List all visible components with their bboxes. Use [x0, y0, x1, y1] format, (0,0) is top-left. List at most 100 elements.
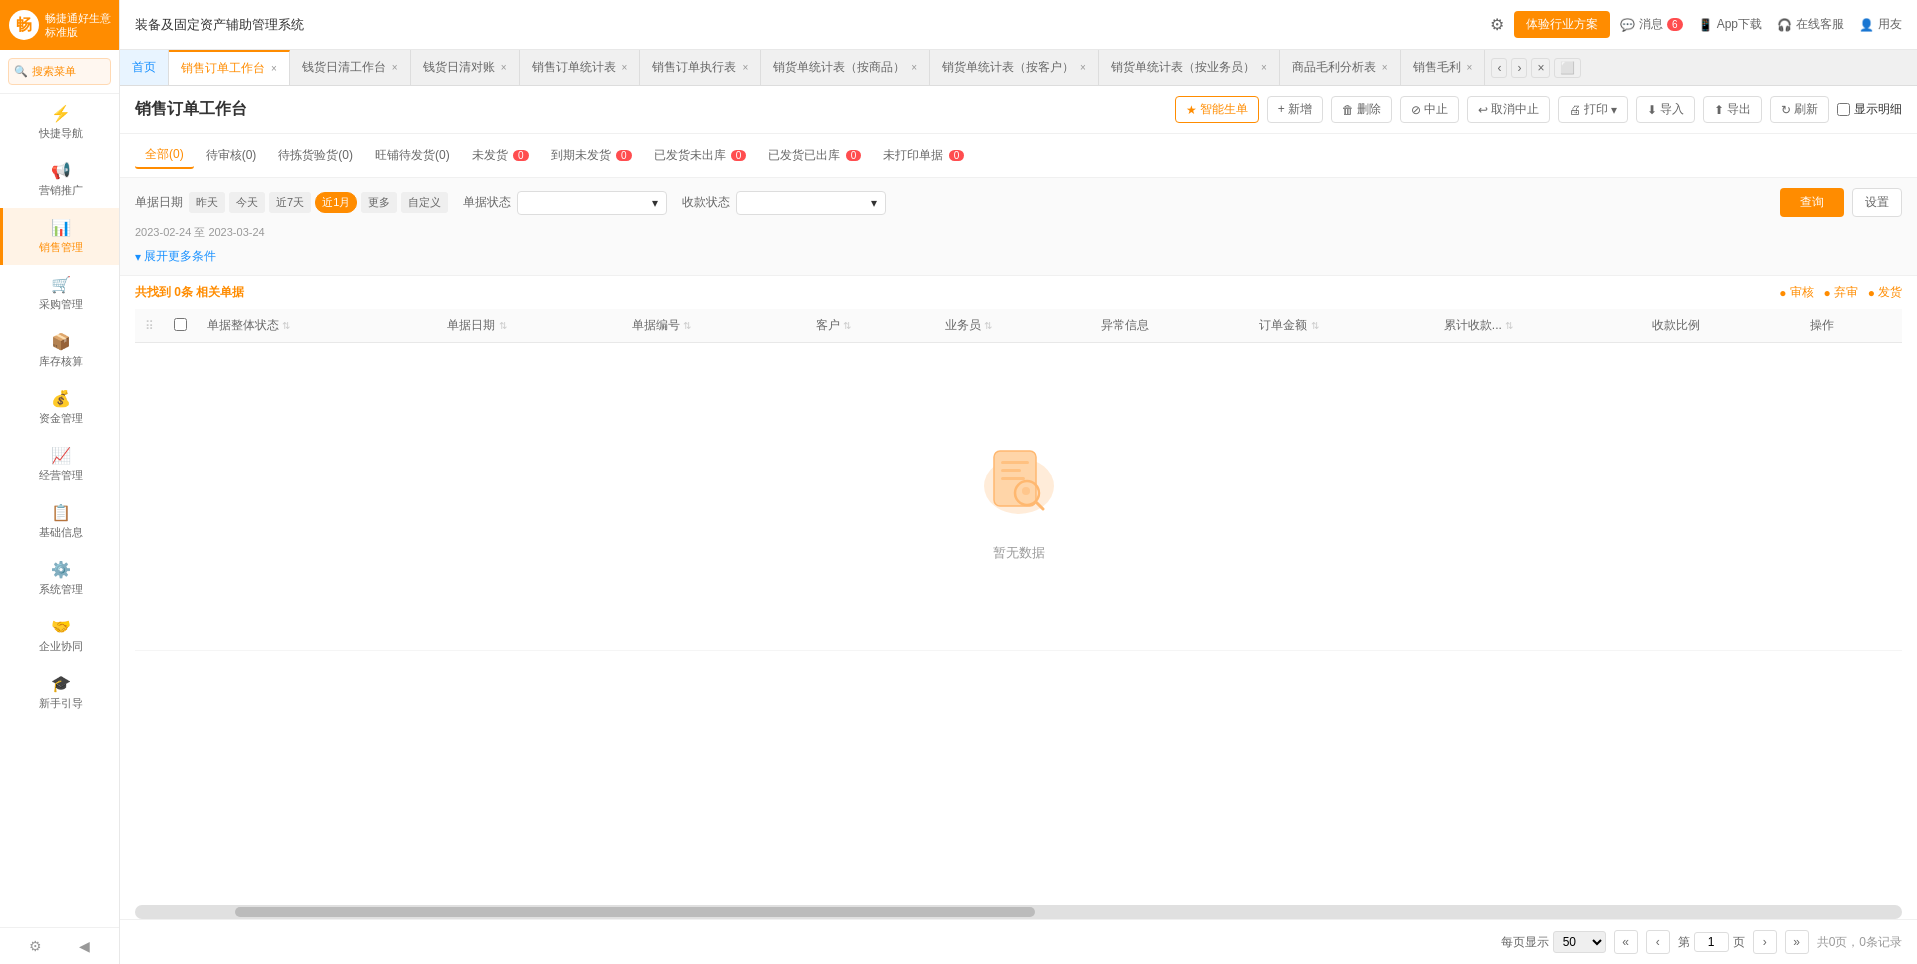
sidebar-item-operation[interactable]: 📈 经营管理: [0, 436, 119, 493]
th-checkbox[interactable]: [164, 309, 197, 343]
delete-button[interactable]: 🗑 删除: [1331, 96, 1392, 123]
tab-close-icon[interactable]: ×: [1261, 62, 1267, 73]
tab-close-icon[interactable]: ×: [1467, 62, 1473, 73]
sidebar-item-purchase[interactable]: 🛒 采购管理: [0, 265, 119, 322]
sub-tab-pending-review[interactable]: 待审核(0): [196, 143, 267, 168]
graduation-icon: 🎓: [51, 674, 71, 693]
query-button[interactable]: 查询: [1780, 188, 1844, 217]
sidebar-item-cooperation[interactable]: 🤝 企业协同: [0, 607, 119, 664]
tab-sales-stat[interactable]: 销售订单统计表 ×: [520, 50, 641, 86]
sub-tab-shipped-not-out[interactable]: 已发货未出库 0: [644, 143, 757, 168]
th-customer[interactable]: 客户 ⇅: [806, 309, 935, 343]
tab-sales-stat-customer[interactable]: 销货单统计表（按客户） ×: [930, 50, 1099, 86]
tabs-close-all-button[interactable]: ×: [1531, 58, 1550, 78]
sidebar-item-marketing[interactable]: 📢 营销推广: [0, 151, 119, 208]
sub-tab-shipped-out[interactable]: 已发货已出库 0: [758, 143, 871, 168]
tab-close-icon[interactable]: ×: [1080, 62, 1086, 73]
sub-tab-wangpu-pending[interactable]: 旺铺待发货(0): [365, 143, 460, 168]
app-download-action[interactable]: 📱 App下载: [1698, 16, 1762, 33]
date-today-btn[interactable]: 今天: [229, 192, 265, 213]
th-collected[interactable]: 累计收款... ⇅: [1434, 309, 1642, 343]
tabs-next-button[interactable]: ›: [1511, 58, 1527, 78]
sidebar-item-guide[interactable]: 🎓 新手引导: [0, 664, 119, 721]
date-1month-btn[interactable]: 近1月: [315, 192, 357, 213]
settings-bottom-icon[interactable]: ⚙: [29, 938, 42, 954]
th-number[interactable]: 单据编号 ⇅: [622, 309, 806, 343]
collapse-icon[interactable]: ◀: [79, 938, 90, 954]
sidebar-item-finance[interactable]: 💰 资金管理: [0, 379, 119, 436]
scrollbar-thumb[interactable]: [235, 907, 1035, 917]
tab-close-icon[interactable]: ×: [911, 62, 917, 73]
megaphone-icon: 📢: [51, 161, 71, 180]
first-page-button[interactable]: «: [1614, 930, 1638, 954]
sub-tab-all[interactable]: 全部(0): [135, 142, 194, 169]
sub-tab-overdue-not-shipped[interactable]: 到期未发货 0: [541, 143, 642, 168]
date-more-btn[interactable]: 更多: [361, 192, 397, 213]
tab-close-icon[interactable]: ×: [392, 62, 398, 73]
header-settings-icon[interactable]: ⚙: [1490, 15, 1504, 34]
th-date[interactable]: 单据日期 ⇅: [437, 309, 621, 343]
abandon-review-button[interactable]: ● 弃审: [1824, 284, 1858, 301]
tab-sales-stat-staff[interactable]: 销货单统计表（按业务员） ×: [1099, 50, 1280, 86]
set-button[interactable]: 设置: [1852, 188, 1902, 217]
refresh-button[interactable]: ↻ 刷新: [1770, 96, 1829, 123]
th-amount[interactable]: 订单金额 ⇅: [1249, 309, 1433, 343]
sub-tab-not-printed[interactable]: 未打印单据 0: [873, 143, 974, 168]
prev-page-button[interactable]: ‹: [1646, 930, 1670, 954]
sort-icon: ⇅: [499, 320, 507, 331]
status-select[interactable]: ▾: [517, 191, 667, 215]
tab-close-icon[interactable]: ×: [1382, 62, 1388, 73]
tab-close-icon[interactable]: ×: [622, 62, 628, 73]
date-custom-btn[interactable]: 自定义: [401, 192, 448, 213]
tab-cash-reconcile[interactable]: 钱货日清对账 ×: [411, 50, 520, 86]
trial-button[interactable]: 体验行业方案: [1514, 11, 1610, 38]
payment-select[interactable]: ▾: [736, 191, 886, 215]
page-number-input[interactable]: [1694, 932, 1729, 952]
review-button[interactable]: ● 审核: [1779, 284, 1813, 301]
show-detail-checkbox[interactable]: [1837, 103, 1850, 116]
sidebar-item-system[interactable]: ⚙️ 系统管理: [0, 550, 119, 607]
export-button[interactable]: ⬆ 导出: [1703, 96, 1762, 123]
tab-sales-stat-product[interactable]: 销货单统计表（按商品） ×: [761, 50, 930, 86]
tabs-prev-button[interactable]: ‹: [1491, 58, 1507, 78]
show-detail-checkbox-label[interactable]: 显示明细: [1837, 101, 1902, 118]
sub-tab-not-shipped[interactable]: 未发货 0: [462, 143, 539, 168]
ship-button[interactable]: ● 发货: [1868, 284, 1902, 301]
sidebar-item-quick-nav[interactable]: ⚡ 快捷导航: [0, 94, 119, 151]
th-staff[interactable]: 业务员 ⇅: [935, 309, 1092, 343]
select-all-checkbox[interactable]: [174, 318, 187, 331]
cancel-stop-button[interactable]: ↩ 取消中止: [1467, 96, 1550, 123]
tab-gross[interactable]: 销售毛利 ×: [1401, 50, 1486, 86]
sidebar-item-inventory[interactable]: 📦 库存核算: [0, 322, 119, 379]
stop-button[interactable]: ⊘ 中止: [1400, 96, 1459, 123]
page-size-select[interactable]: 10 20 50 100: [1553, 931, 1606, 953]
tabs-maximize-button[interactable]: ⬜: [1554, 58, 1581, 78]
tab-close-icon[interactable]: ×: [742, 62, 748, 73]
tab-close-icon[interactable]: ×: [271, 63, 277, 74]
horizontal-scrollbar[interactable]: [135, 905, 1902, 919]
expand-filter-button[interactable]: ▾ 展开更多条件: [135, 248, 216, 265]
smart-create-button[interactable]: ★ 智能生单: [1175, 96, 1259, 123]
sidebar-item-basic-info[interactable]: 📋 基础信息: [0, 493, 119, 550]
add-button[interactable]: + 新增: [1267, 96, 1323, 123]
tab-sales-workbench[interactable]: 销售订单工作台 ×: [169, 50, 290, 86]
tab-cash-daily[interactable]: 钱货日清工作台 ×: [290, 50, 411, 86]
sub-tab-pending-inspect[interactable]: 待拣货验货(0): [268, 143, 363, 168]
print-button[interactable]: 🖨 打印 ▾: [1558, 96, 1628, 123]
date-7days-btn[interactable]: 近7天: [269, 192, 311, 213]
tab-close-icon[interactable]: ×: [501, 62, 507, 73]
tab-profit[interactable]: 商品毛利分析表 ×: [1280, 50, 1401, 86]
tab-sales-exec[interactable]: 销售订单执行表 ×: [640, 50, 761, 86]
sidebar-item-sales[interactable]: 📊 销售管理: [0, 208, 119, 265]
th-status[interactable]: 单据整体状态 ⇅: [197, 309, 437, 343]
message-action[interactable]: 💬 消息 6: [1620, 16, 1683, 33]
import-button[interactable]: ⬇ 导入: [1636, 96, 1695, 123]
online-service-action[interactable]: 🎧 在线客服: [1777, 16, 1844, 33]
tab-home[interactable]: 首页: [120, 50, 169, 86]
last-page-button[interactable]: »: [1785, 930, 1809, 954]
date-yesterday-btn[interactable]: 昨天: [189, 192, 225, 213]
tab-label: 销售订单工作台: [181, 60, 265, 77]
next-page-button[interactable]: ›: [1753, 930, 1777, 954]
user-action[interactable]: 👤 用友: [1859, 16, 1902, 33]
search-menu-button[interactable]: 🔍 搜索菜单: [8, 58, 111, 85]
